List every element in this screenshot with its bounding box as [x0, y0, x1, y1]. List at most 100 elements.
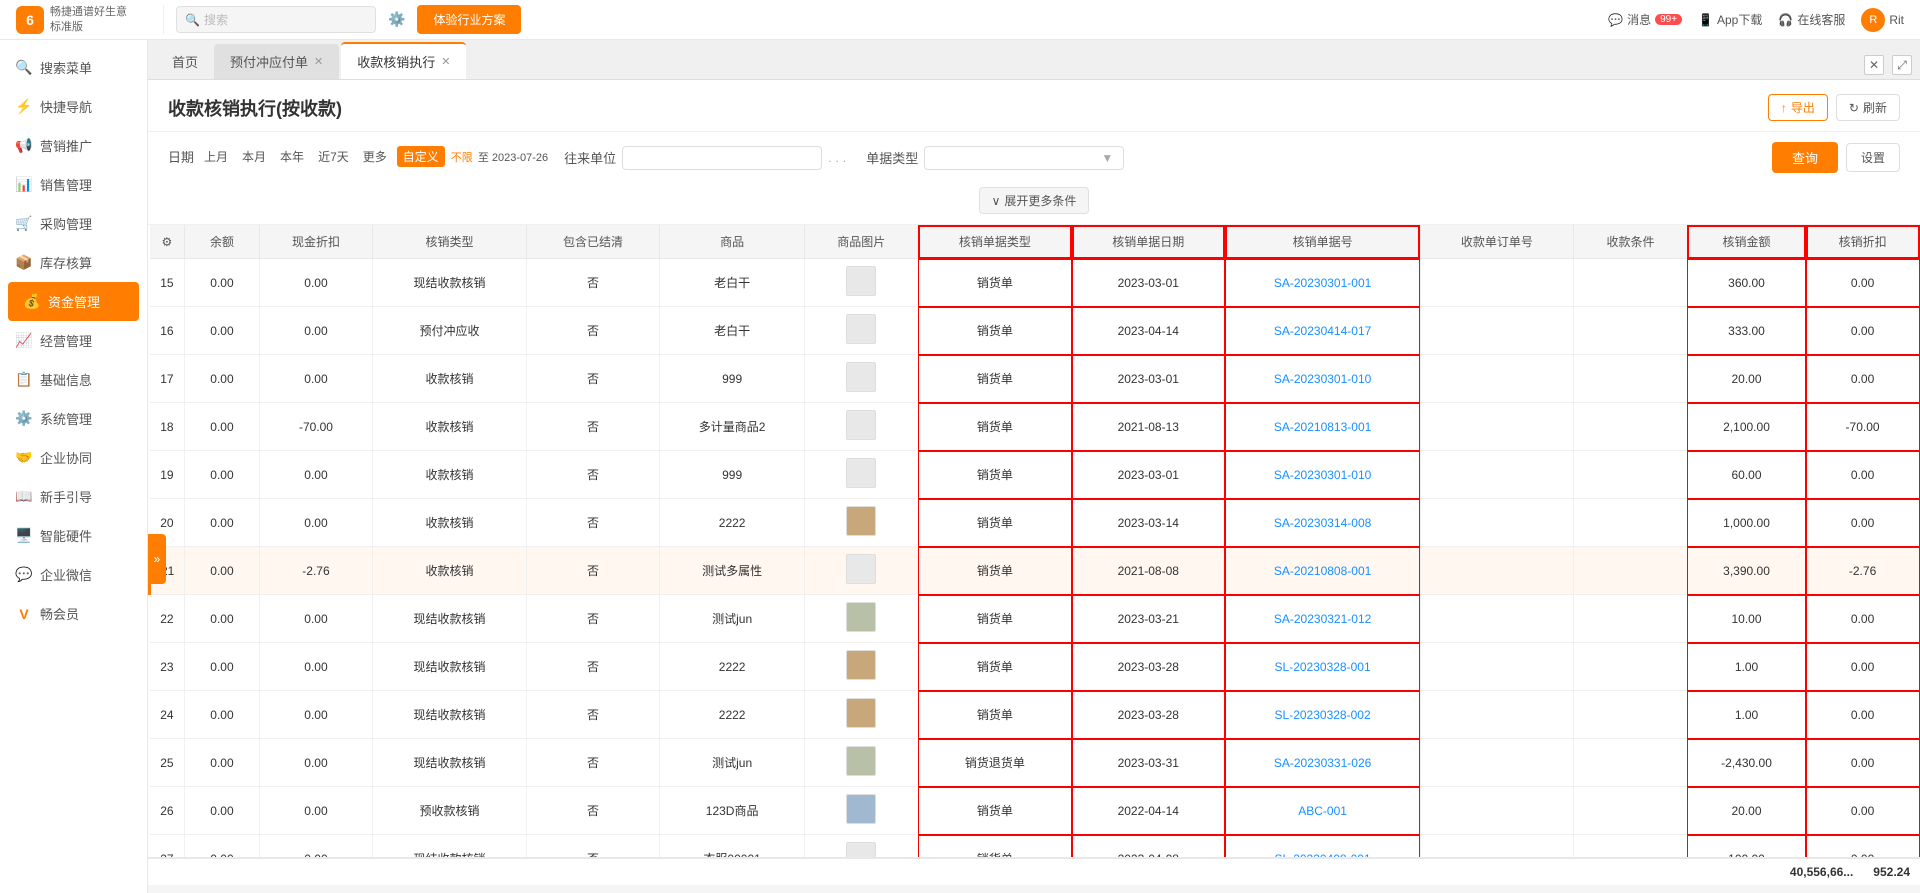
sidebar-item-operations[interactable]: 📈 经营管理	[0, 321, 147, 360]
cell-verify-bill-no[interactable]: SA-20230321-012	[1225, 595, 1420, 643]
user-info[interactable]: R Rit	[1861, 8, 1904, 32]
tab-home[interactable]: 首页	[156, 44, 214, 79]
cell-verify-bill-no[interactable]: SL-20230328-002	[1225, 691, 1420, 739]
cell-id: 19	[150, 451, 185, 499]
sidebar-item-enterprise[interactable]: 🤝 企业协同	[0, 438, 147, 477]
tab-collection[interactable]: 收款核销执行 ✕	[341, 42, 466, 79]
bill-type-select[interactable]: ▼	[924, 146, 1124, 170]
sidebar-item-search[interactable]: 🔍 搜索菜单	[0, 48, 147, 87]
th-settings[interactable]: ⚙	[150, 225, 185, 259]
settings-icon[interactable]: ⚙️	[388, 11, 405, 28]
bill-no-link[interactable]: SA-20230301-001	[1274, 276, 1371, 290]
th-goods-img: 商品图片	[804, 225, 918, 259]
sidebar-item-wechat[interactable]: 💬 企业微信	[0, 555, 147, 594]
bill-no-link[interactable]: SA-20210808-001	[1274, 564, 1371, 578]
horizontal-scrollbar[interactable]	[148, 885, 1920, 893]
sidebar-label-search: 搜索菜单	[40, 58, 92, 77]
bill-no-link[interactable]: SL-20230328-001	[1275, 660, 1371, 674]
cell-cash-discount: 0.00	[259, 691, 373, 739]
sidebar-item-inventory[interactable]: 📦 库存核算	[0, 243, 147, 282]
message-area[interactable]: 💬 消息 99+	[1608, 11, 1682, 28]
cell-include-settled: 否	[526, 643, 660, 691]
cell-goods-img	[804, 691, 918, 739]
sidebar-item-hardware[interactable]: 🖥️ 智能硬件	[0, 516, 147, 555]
sidebar-item-basic-info[interactable]: 📋 基础信息	[0, 360, 147, 399]
tab-expand-btn[interactable]: ⤢	[1892, 55, 1912, 75]
cell-receipt-order-no	[1420, 739, 1573, 787]
refresh-button[interactable]: ↻ 刷新	[1836, 94, 1900, 121]
bill-no-link[interactable]: SL-20230328-002	[1275, 708, 1371, 722]
top-search-bar[interactable]: 🔍 搜索	[176, 6, 376, 33]
app-download[interactable]: 📱 App下载	[1698, 11, 1762, 28]
sidebar-item-finance[interactable]: 💰 资金管理	[8, 282, 139, 321]
cell-verify-bill-no[interactable]: SA-20210808-001	[1225, 547, 1420, 595]
bill-no-link[interactable]: SA-20230301-010	[1274, 372, 1371, 386]
cell-verify-bill-no[interactable]: SA-20230331-026	[1225, 739, 1420, 787]
sidebar-item-sales[interactable]: 📊 销售管理	[0, 165, 147, 204]
cell-verify-bill-type: 销货单	[918, 787, 1071, 835]
filter-bill-type: 单据类型 ▼	[866, 146, 1124, 170]
cell-verify-discount: 0.00	[1806, 691, 1920, 739]
sidebar-item-marketing[interactable]: 📢 营销推广	[0, 126, 147, 165]
cell-verify-bill-no[interactable]: SA-20210813-001	[1225, 403, 1420, 451]
bill-no-link[interactable]: SA-20230314-008	[1274, 516, 1371, 530]
supplier-input[interactable]	[622, 146, 822, 170]
sidebar-item-guide[interactable]: 📖 新手引导	[0, 477, 147, 516]
cell-receipt-order-no	[1420, 691, 1573, 739]
tab-prepay[interactable]: 预付冲应付单 ✕	[214, 44, 339, 79]
bill-no-link[interactable]: SA-20230414-017	[1274, 324, 1371, 338]
cell-balance: 0.00	[185, 259, 259, 307]
expand-more-button[interactable]: ∨ 展开更多条件	[979, 187, 1090, 214]
cell-verify-bill-type: 销货单	[918, 547, 1071, 595]
bill-no-link[interactable]: SL-20230408-001	[1275, 852, 1371, 858]
solution-button[interactable]: 体验行业方案	[417, 5, 521, 34]
table-body: 15 0.00 0.00 现结收款核销 否 老白干 销货单 2023-03-01…	[150, 259, 1920, 858]
export-button[interactable]: ↑ 导出	[1768, 94, 1828, 121]
cell-verify-bill-no[interactable]: SL-20230408-001	[1225, 835, 1420, 858]
sidebar-label-member: 畅会员	[40, 604, 79, 623]
cell-verify-bill-no[interactable]: SA-20230314-008	[1225, 499, 1420, 547]
cell-verify-bill-no[interactable]: SA-20230301-010	[1225, 355, 1420, 403]
cell-id: 22	[150, 595, 185, 643]
tab-collection-close[interactable]: ✕	[441, 55, 450, 68]
cell-verify-bill-no[interactable]: SL-20230328-001	[1225, 643, 1420, 691]
bill-no-link[interactable]: SA-20230331-026	[1274, 756, 1371, 770]
filter-settings-button[interactable]: 设置	[1846, 143, 1900, 172]
cell-include-settled: 否	[526, 547, 660, 595]
cell-include-settled: 否	[526, 787, 660, 835]
bill-no-link[interactable]: SA-20210813-001	[1274, 420, 1371, 434]
sidebar-expand-button[interactable]: »	[148, 534, 166, 584]
cell-verify-bill-no[interactable]: SA-20230301-010	[1225, 451, 1420, 499]
tab-prepay-close[interactable]: ✕	[314, 55, 323, 68]
date-more[interactable]: 更多	[359, 146, 391, 167]
refresh-icon: ↻	[1849, 101, 1859, 115]
date-this-month[interactable]: 本月	[238, 146, 270, 167]
sidebar-item-member[interactable]: V 畅会员	[0, 594, 147, 633]
cell-verify-bill-type: 销货单	[918, 499, 1071, 547]
cell-verify-bill-no[interactable]: SA-20230301-001	[1225, 259, 1420, 307]
sales-icon: 📊	[16, 177, 32, 193]
cell-verify-discount: 0.00	[1806, 451, 1920, 499]
bill-no-link[interactable]: ABC-001	[1298, 804, 1347, 818]
tab-close-btn[interactable]: ✕	[1864, 55, 1884, 75]
bill-no-link[interactable]: SA-20230301-010	[1274, 468, 1371, 482]
date-last-month[interactable]: 上月	[200, 146, 232, 167]
cell-verify-bill-no[interactable]: SA-20230414-017	[1225, 307, 1420, 355]
query-button[interactable]: 查询	[1772, 142, 1838, 173]
cell-include-settled: 否	[526, 355, 660, 403]
date-last-7days[interactable]: 近7天	[314, 146, 353, 167]
sidebar-item-quick-nav[interactable]: ⚡ 快捷导航	[0, 87, 147, 126]
cell-verify-bill-no[interactable]: ABC-001	[1225, 787, 1420, 835]
sidebar-item-purchase[interactable]: 🛒 采购管理	[0, 204, 147, 243]
online-service[interactable]: 🎧 在线客服	[1778, 11, 1845, 28]
bill-no-link[interactable]: SA-20230321-012	[1274, 612, 1371, 626]
th-include-settled: 包含已结清	[526, 225, 660, 259]
date-this-year[interactable]: 本年	[276, 146, 308, 167]
date-custom[interactable]: 自定义	[397, 146, 445, 167]
avatar: R	[1861, 8, 1885, 32]
message-badge: 99+	[1655, 14, 1682, 25]
cell-cash-discount: -2.76	[259, 547, 373, 595]
cell-id: 24	[150, 691, 185, 739]
cell-goods-img	[804, 355, 918, 403]
sidebar-item-system[interactable]: ⚙️ 系统管理	[0, 399, 147, 438]
